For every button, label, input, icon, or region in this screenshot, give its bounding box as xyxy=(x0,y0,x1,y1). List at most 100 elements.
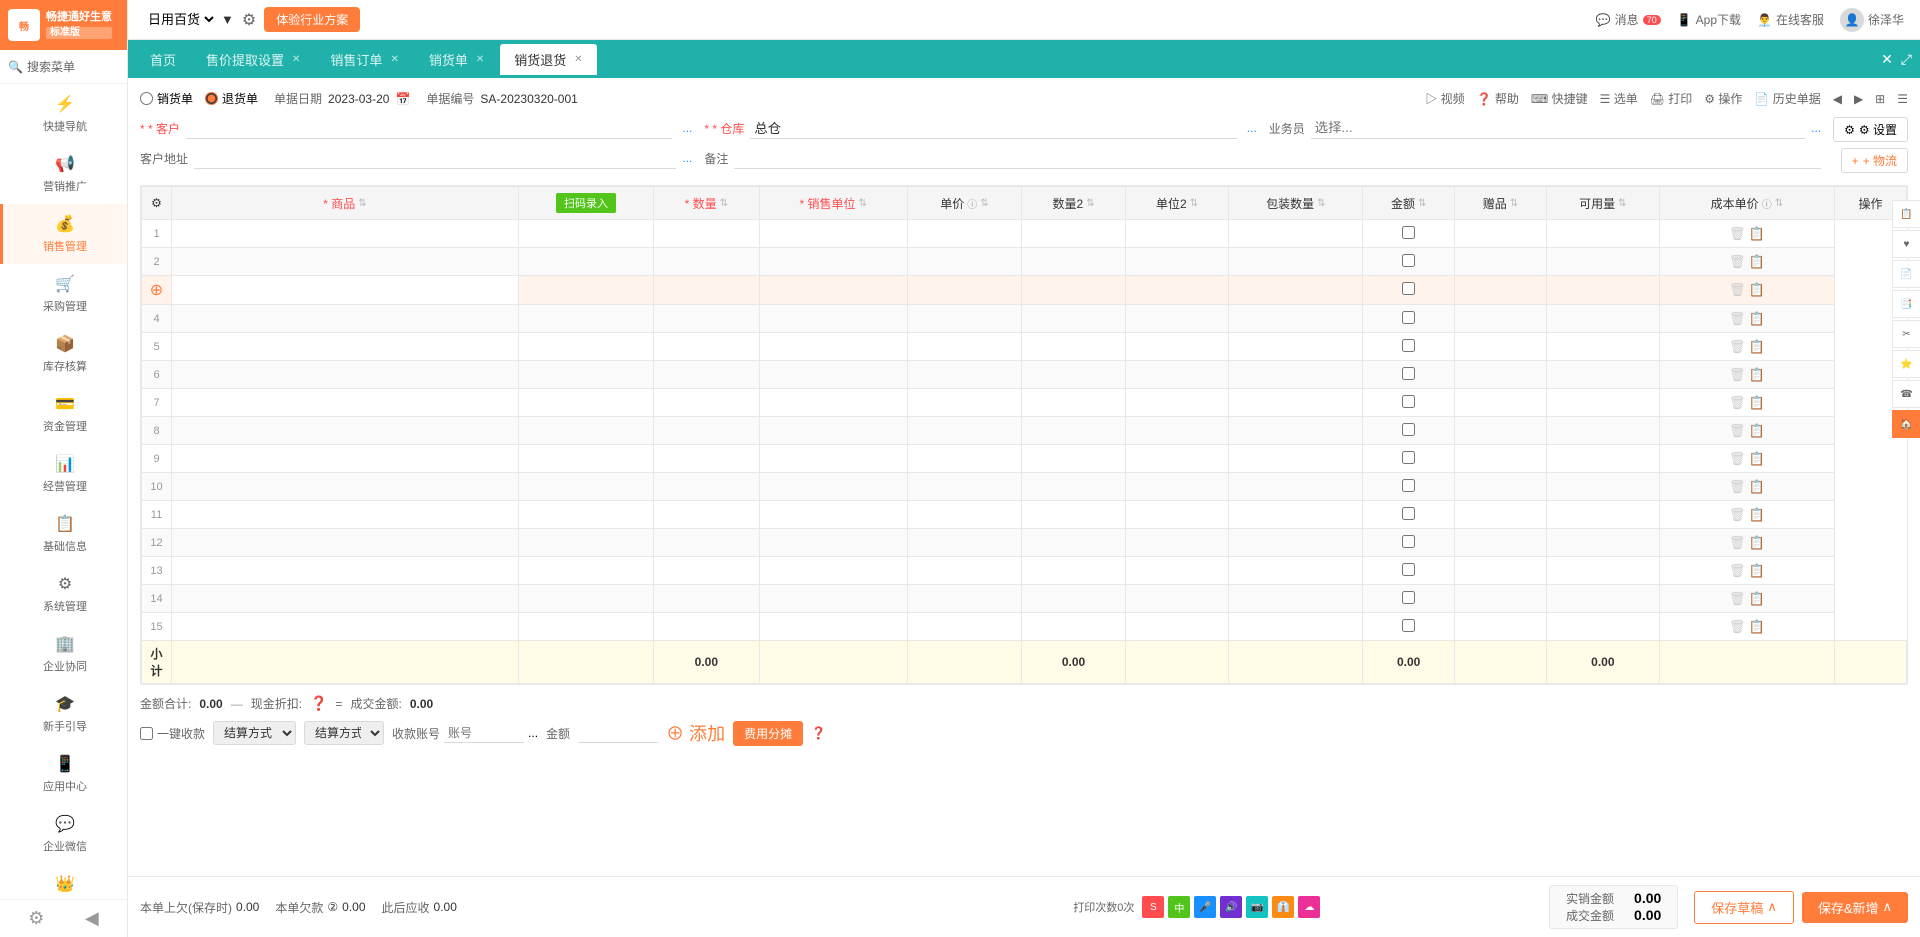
copy-row-btn-2[interactable]: 📋 xyxy=(1749,254,1765,269)
toolbar-help[interactable]: ❓ 帮助 xyxy=(1477,90,1519,107)
toolbar-video[interactable]: ▷ 视频 xyxy=(1425,90,1464,107)
radio-sale-input[interactable] xyxy=(140,92,153,105)
toolbar-operation[interactable]: ⚙ 操作 xyxy=(1704,90,1742,107)
gift-checkbox-4[interactable] xyxy=(1402,311,1415,324)
account-input[interactable] xyxy=(444,724,524,743)
add-payment-btn[interactable]: ⊕ 添加 xyxy=(666,720,725,746)
maximize-tab-icon[interactable]: ⤢ xyxy=(1901,51,1912,68)
close-tab-icon[interactable]: ✕ xyxy=(1881,51,1893,68)
toolbar-shortcut[interactable]: ⌨ 快捷键 xyxy=(1531,90,1588,107)
copy-row-btn-8[interactable]: 📋 xyxy=(1749,423,1765,438)
gift-checkbox-11[interactable] xyxy=(1402,507,1415,520)
nav-dropdown[interactable]: 日用百货 xyxy=(144,11,217,28)
gift-checkbox-10[interactable] xyxy=(1402,479,1415,492)
sort-pack[interactable]: ⇅ xyxy=(1317,198,1325,209)
warehouse-input[interactable] xyxy=(750,117,1236,139)
copy-row-btn-5[interactable]: 📋 xyxy=(1749,339,1765,354)
copy-row-btn-14[interactable]: 📋 xyxy=(1749,591,1765,606)
collapse-icon[interactable]: ◀ xyxy=(85,908,99,929)
gift-checkbox-6[interactable] xyxy=(1402,367,1415,380)
gift-checkbox-15[interactable] xyxy=(1402,619,1415,632)
customer-select-dots[interactable]: ... xyxy=(682,121,692,135)
sort-qty[interactable]: ⇅ xyxy=(720,198,728,209)
calc-help-icon[interactable]: ❓ xyxy=(310,695,327,712)
sort-avail[interactable]: ⇅ xyxy=(1618,198,1626,209)
add-ship-button[interactable]: + + 物流 xyxy=(1841,148,1908,173)
sidebar-item-guide[interactable]: 🎓 新手引导 xyxy=(0,684,127,744)
toolbar-select[interactable]: ☰ 选单 xyxy=(1600,90,1638,107)
tab-sale-out-close[interactable]: ✕ xyxy=(476,54,484,65)
tab-sale-out[interactable]: 销货单 ✕ xyxy=(415,44,498,75)
save-draft-button[interactable]: 保存草稿 ∧ xyxy=(1694,891,1794,924)
delete-row-btn-7[interactable]: 🗑 xyxy=(1729,395,1746,410)
warehouse-select-dots[interactable]: ... xyxy=(1247,121,1257,135)
right-panel-btn-1[interactable]: 📋 xyxy=(1892,200,1920,228)
delete-row-btn-15[interactable]: 🗑 xyxy=(1729,619,1746,634)
radio-return-input[interactable] xyxy=(205,92,218,105)
online-service-item[interactable]: 👨‍💼 在线客服 xyxy=(1757,11,1824,28)
barcode-button[interactable]: 扫码录入 xyxy=(556,193,616,213)
delete-row-btn-10[interactable]: 🗑 xyxy=(1729,479,1746,494)
save-new-button[interactable]: 保存&新增 ∧ xyxy=(1802,892,1908,923)
view-grid-icon[interactable]: ⊞ xyxy=(1875,92,1885,106)
copy-row-btn-15[interactable]: 📋 xyxy=(1749,619,1765,634)
staff-input[interactable] xyxy=(1311,117,1805,139)
add-row-btn[interactable]: ⊕ xyxy=(150,282,163,299)
delete-row-btn-14[interactable]: 🗑 xyxy=(1729,591,1746,606)
topbar-settings-icon[interactable]: ⚙ xyxy=(242,10,256,30)
expense-help-icon[interactable]: ❓ xyxy=(811,726,826,740)
goods-input-3[interactable] xyxy=(178,281,512,300)
toolbar-history[interactable]: 📄 历史单据 xyxy=(1754,90,1820,107)
sidebar-item-shortcut[interactable]: ⚡ 快捷导航 xyxy=(0,84,127,144)
gift-checkbox-14[interactable] xyxy=(1402,591,1415,604)
tab-sale-return-close[interactable]: ✕ xyxy=(574,54,582,65)
view-list-icon[interactable]: ☰ xyxy=(1897,92,1908,106)
user-item[interactable]: 👤 徐泽华 xyxy=(1840,8,1904,32)
settings-bottom-icon[interactable]: ⚙ xyxy=(28,908,44,929)
copy-row-btn-13[interactable]: 📋 xyxy=(1749,563,1765,578)
col-settings[interactable]: ⚙ xyxy=(142,187,172,220)
sidebar-item-purchase[interactable]: 🛒 采购管理 xyxy=(0,264,127,324)
sort-cost[interactable]: ⇅ xyxy=(1775,198,1783,209)
gift-checkbox-7[interactable] xyxy=(1402,395,1415,408)
sort-unit2[interactable]: ⇅ xyxy=(1190,198,1198,209)
delete-row-btn-4[interactable]: 🗑 xyxy=(1729,311,1746,326)
gift-checkbox-3[interactable] xyxy=(1402,282,1415,295)
copy-row-btn-9[interactable]: 📋 xyxy=(1749,451,1765,466)
copy-row-btn-12[interactable]: 📋 xyxy=(1749,535,1765,550)
gift-checkbox-13[interactable] xyxy=(1402,563,1415,576)
sort-unit[interactable]: ⇅ xyxy=(859,198,867,209)
sidebar-item-system[interactable]: ⚙ 系统管理 xyxy=(0,564,127,624)
notice-item[interactable]: 💬 消息 70 xyxy=(1596,11,1661,28)
delete-row-btn-2[interactable]: 🗑 xyxy=(1729,254,1746,269)
history-next-icon[interactable]: ▶ xyxy=(1854,92,1863,106)
one-click-pay-input[interactable] xyxy=(140,727,153,740)
remark-input[interactable] xyxy=(734,147,1821,169)
tab-sale-order-close[interactable]: ✕ xyxy=(390,54,398,65)
sort-amount[interactable]: ⇅ xyxy=(1418,198,1426,209)
calc-method2-select[interactable]: 结算方式 xyxy=(304,721,384,745)
radio-return[interactable]: 退货单 xyxy=(205,90,258,107)
info-price-icon[interactable]: ⓘ xyxy=(967,196,977,211)
delete-row-btn-5[interactable]: 🗑 xyxy=(1729,339,1746,354)
col-barcode[interactable]: 扫码录入 xyxy=(518,187,653,220)
one-click-pay-checkbox[interactable]: 一键收款 xyxy=(140,725,205,742)
tab-sale-setting[interactable]: 售价提取设置 ✕ xyxy=(192,44,314,75)
date-value[interactable]: 2023-03-20 xyxy=(328,92,389,106)
sidebar-item-finance[interactable]: 💳 资金管理 xyxy=(0,384,127,444)
delete-row-btn-1[interactable]: 🗑 xyxy=(1729,226,1746,241)
info-cost-icon[interactable]: ⓘ xyxy=(1762,196,1772,211)
right-panel-btn-2[interactable]: ♥ xyxy=(1892,230,1920,258)
sort-price[interactable]: ⇅ xyxy=(980,198,988,209)
gift-checkbox-12[interactable] xyxy=(1402,535,1415,548)
history-prev-icon[interactable]: ◀ xyxy=(1833,92,1842,106)
copy-row-btn-11[interactable]: 📋 xyxy=(1749,507,1765,522)
sidebar-item-enterprise[interactable]: 🏢 企业协同 xyxy=(0,624,127,684)
copy-row-btn-7[interactable]: 📋 xyxy=(1749,395,1765,410)
delete-row-btn-9[interactable]: 🗑 xyxy=(1729,451,1746,466)
delete-row-btn-8[interactable]: 🗑 xyxy=(1729,423,1746,438)
gift-checkbox-5[interactable] xyxy=(1402,339,1415,352)
right-panel-btn-5[interactable]: ✂ xyxy=(1892,320,1920,348)
staff-select-dots[interactable]: ... xyxy=(1811,121,1821,135)
sidebar-item-member[interactable]: 👑 畅会员 xyxy=(0,864,127,899)
